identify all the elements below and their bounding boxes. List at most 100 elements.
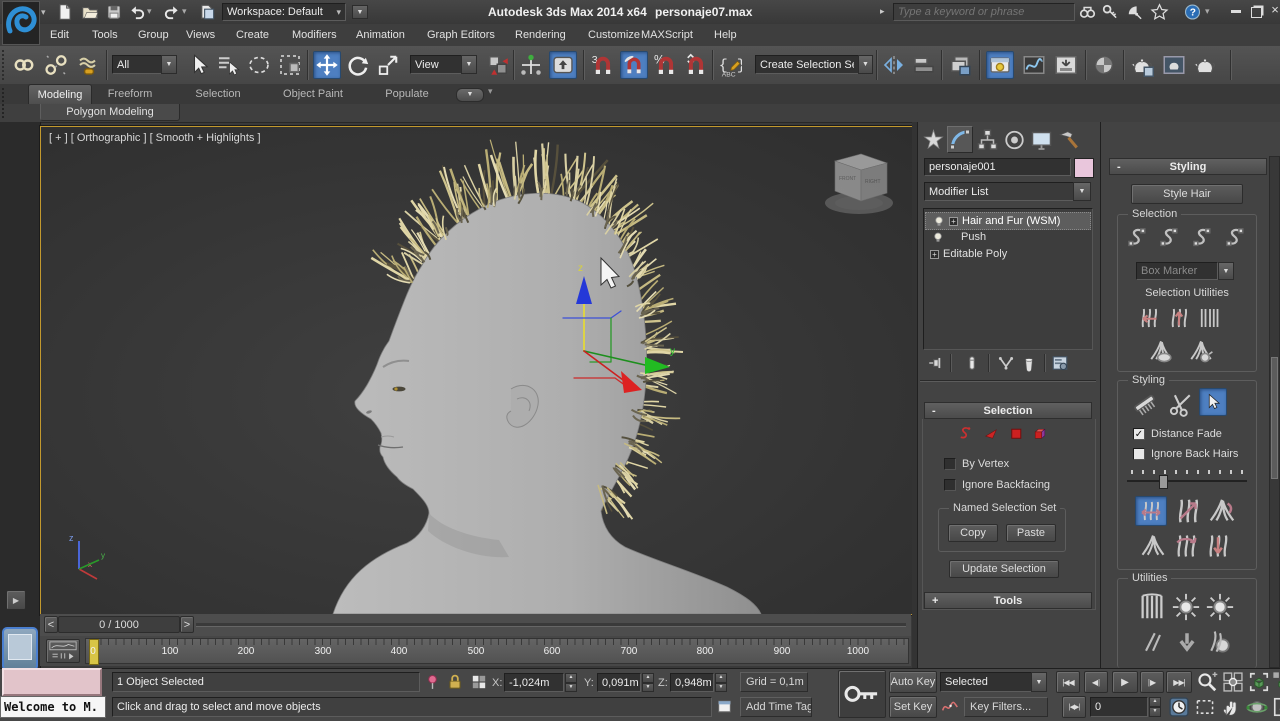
select-hair-vertices-icon[interactable]: [1190, 224, 1214, 250]
spinner-snap-toggle-button[interactable]: [682, 51, 710, 79]
time-tag-icon[interactable]: [716, 698, 733, 715]
x-coord-field[interactable]: -1,024m: [504, 673, 564, 692]
expand-icon[interactable]: +: [930, 249, 939, 259]
y-coord-field[interactable]: 0,091m: [597, 673, 641, 692]
material-editor-button[interactable]: [1090, 51, 1118, 79]
pop-selected-utility-icon[interactable]: [1171, 592, 1201, 622]
window-crossing-button[interactable]: [276, 51, 304, 79]
hair-select-button[interactable]: [1199, 388, 1227, 416]
help-icon[interactable]: ?: [1183, 3, 1202, 21]
by-vertex-checkbox-row[interactable]: By Vertex: [944, 458, 1009, 470]
favorites-star-icon[interactable]: [1150, 3, 1169, 21]
bulb-icon[interactable]: [931, 231, 945, 244]
style-hair-button[interactable]: Style Hair: [1131, 184, 1243, 204]
restore-button[interactable]: [1249, 5, 1265, 21]
menu-customize[interactable]: Customize: [584, 24, 644, 46]
workspace-selector[interactable]: Workspace: Default: [222, 3, 346, 21]
isolate-selection-icon[interactable]: [424, 673, 441, 691]
close-button[interactable]: ×: [1268, 2, 1280, 18]
new-file-icon[interactable]: [55, 3, 75, 21]
angle-snap-toggle-button[interactable]: [620, 51, 648, 79]
absolute-mode-transform-icon[interactable]: [470, 673, 488, 691]
select-by-name-button[interactable]: [214, 51, 242, 79]
logo-flyout-arrow-icon[interactable]: [41, 6, 46, 18]
help-dropdown-arrow-icon[interactable]: [1205, 5, 1210, 17]
set-keys-button[interactable]: [838, 670, 886, 718]
hair-ball-utility-icon[interactable]: [1205, 628, 1235, 656]
infocenter-arrow-icon[interactable]: ▸: [880, 6, 885, 17]
modifier-stack[interactable]: + Hair and Fur (WSM) Push + Editable Pol…: [923, 208, 1093, 350]
ignore-backfacing-checkbox-row[interactable]: Ignore Backfacing: [944, 479, 1050, 491]
hair-scale-icon[interactable]: [1203, 532, 1233, 560]
hair-clump-icon[interactable]: [1139, 532, 1167, 560]
ribbon-tab-object-paint[interactable]: Object Paint: [272, 84, 354, 104]
select-object-button[interactable]: [185, 51, 213, 79]
distance-fade-checkbox-row[interactable]: Distance Fade: [1133, 428, 1222, 440]
select-guide-vertices-icon[interactable]: [1157, 224, 1181, 250]
render-setup-button[interactable]: [1128, 51, 1156, 79]
object-name-field[interactable]: personaje001: [924, 158, 1071, 176]
time-slider-prev-button[interactable]: <: [44, 616, 58, 633]
search-icon[interactable]: [1078, 3, 1097, 21]
percent-snap-toggle-button[interactable]: %: [652, 51, 680, 79]
default-tangent-icon[interactable]: [940, 698, 960, 716]
update-selection-button[interactable]: Update Selection: [949, 560, 1059, 578]
selected-filter-arrow-icon[interactable]: [1031, 672, 1047, 692]
panel-splitter[interactable]: [920, 380, 1096, 382]
key-filters-button[interactable]: Key Filters...: [964, 697, 1048, 717]
viewcube[interactable]: FRONT RIGHT: [825, 153, 893, 214]
menu-graph-editors[interactable]: Graph Editors: [423, 24, 499, 46]
ribbon-flyout-arrow-icon[interactable]: [488, 85, 493, 97]
styling-rollout-header[interactable]: - Styling: [1109, 158, 1267, 175]
tab-display[interactable]: [1029, 128, 1054, 152]
show-hidden-utility-icon[interactable]: [1187, 338, 1215, 364]
selection-lock-icon[interactable]: [446, 673, 464, 691]
menu-views[interactable]: Views: [182, 24, 219, 46]
marker-mode-arrow-icon[interactable]: [1218, 262, 1234, 280]
current-frame-field[interactable]: 0: [1090, 697, 1148, 717]
ribbon-panel-polygon-modeling[interactable]: Polygon Modeling: [40, 104, 180, 121]
select-and-move-button[interactable]: [313, 51, 341, 79]
time-slider-next-button[interactable]: >: [180, 616, 194, 633]
key-mode-toggle-button[interactable]: [1062, 696, 1086, 718]
render-production-button[interactable]: [1191, 51, 1219, 79]
play-button[interactable]: [1112, 671, 1138, 693]
ignore-back-hairs-checkbox[interactable]: [1133, 448, 1145, 460]
copy-button[interactable]: Copy: [948, 524, 998, 542]
y-coord-spinner[interactable]: ▲ ▼: [642, 673, 654, 692]
app-logo[interactable]: [2, 1, 40, 45]
reference-coordinate-arrow-icon[interactable]: [461, 55, 477, 74]
hide-selected-utility-icon[interactable]: [1147, 338, 1175, 364]
panel-scrollbar[interactable]: [1269, 156, 1280, 668]
named-selection-set-combo[interactable]: Create Selection Set: [755, 55, 859, 74]
edit-named-selection-sets-button[interactable]: { }ABC: [716, 51, 744, 79]
by-vertex-checkbox[interactable]: [944, 458, 956, 470]
open-file-icon[interactable]: [80, 3, 100, 21]
bulb-icon[interactable]: [932, 215, 946, 228]
head-model[interactable]: [332, 192, 762, 614]
collapse-icon[interactable]: -: [932, 405, 936, 417]
tab-create[interactable]: [921, 128, 946, 152]
tab-utilities[interactable]: [1056, 128, 1081, 152]
configure-modifier-sets-button[interactable]: [1050, 354, 1070, 372]
project-folder-icon[interactable]: [198, 3, 218, 21]
use-pivot-point-button[interactable]: [484, 51, 512, 79]
set-key-button[interactable]: Set Key: [889, 696, 937, 718]
ignore-backfacing-checkbox[interactable]: [944, 479, 956, 491]
snap-toggle-3d-button[interactable]: 3: [589, 51, 617, 79]
ribbon-tab-modeling[interactable]: Modeling: [28, 84, 92, 105]
select-and-link-button[interactable]: [10, 51, 38, 79]
menu-modifiers[interactable]: Modifiers: [288, 24, 341, 46]
distance-fade-checkbox[interactable]: [1133, 428, 1145, 440]
pan-view-icon[interactable]: [1220, 696, 1242, 718]
ribbon-tab-populate[interactable]: Populate: [378, 84, 436, 104]
menu-edit[interactable]: Edit: [46, 24, 73, 46]
remove-modifier-button[interactable]: [1019, 354, 1039, 372]
expand-selection-utility-icon[interactable]: [1167, 306, 1191, 330]
pop-zero-sized-utility-icon[interactable]: [1205, 592, 1235, 622]
unlink-selection-button[interactable]: [42, 51, 70, 79]
minimize-button[interactable]: [1228, 2, 1244, 18]
manage-layers-button[interactable]: [946, 51, 974, 79]
polygon-subobject-icon[interactable]: [1031, 425, 1049, 442]
tab-motion[interactable]: [1002, 128, 1027, 152]
